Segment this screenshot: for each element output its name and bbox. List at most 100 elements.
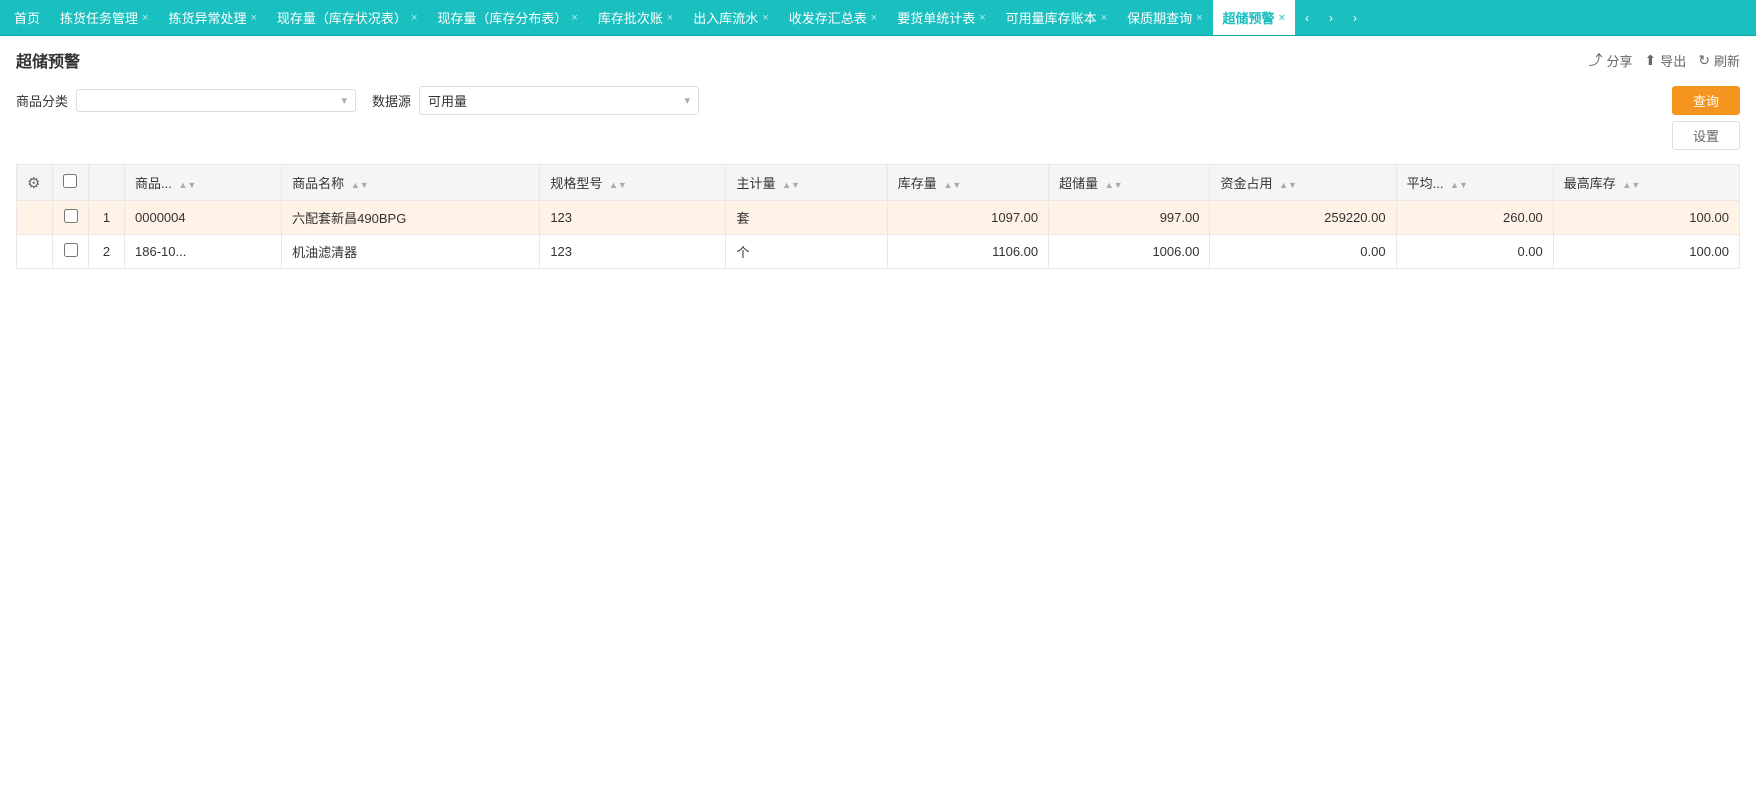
page-header: 超储预警 ⤴ 分享 ⬆ 导出 ↻ 刷新	[16, 48, 1740, 72]
nav-label-task: 拣货任务管理	[60, 8, 138, 27]
td-max-stock-1: 100.00	[1553, 235, 1739, 269]
nav-label-batch: 库存批次账	[598, 8, 663, 27]
td-settings-0	[17, 201, 53, 235]
close-icon-available[interactable]: ×	[1101, 12, 1107, 24]
refresh-label: 刷新	[1714, 51, 1740, 70]
datasource-chevron-icon: ▾	[685, 94, 691, 107]
datasource-select[interactable]: 可用量 ▾	[419, 86, 699, 115]
nav-item-stock-status[interactable]: 现存量（库存状况表） ×	[267, 0, 427, 36]
td-stock-0: 1097.00	[887, 201, 1048, 235]
nav-prev-arrow[interactable]: ‹	[1295, 0, 1319, 36]
export-icon: ⬆	[1645, 52, 1657, 69]
td-stock-1: 1106.00	[887, 235, 1048, 269]
th-max-stock: 最高库存 ▲▼	[1553, 165, 1739, 201]
nav-label-exception: 拣货异常处理	[168, 8, 246, 27]
category-select[interactable]: ▾	[76, 89, 356, 112]
sort-icon-spec[interactable]: ▲▼	[609, 180, 627, 190]
close-icon-flow[interactable]: ×	[762, 12, 768, 24]
td-spec-0: 123	[540, 201, 726, 235]
th-capital-label: 资金占用	[1220, 176, 1272, 191]
close-icon-expiry[interactable]: ×	[1196, 12, 1202, 24]
category-label: 商品分类	[16, 91, 68, 110]
settings-gear-icon[interactable]: ⚙	[27, 175, 40, 192]
th-unit: 主计量 ▲▼	[726, 165, 887, 201]
refresh-icon: ↻	[1698, 52, 1710, 69]
category-filter: 商品分类 ▾	[16, 89, 356, 112]
td-max-stock-0: 100.00	[1553, 201, 1739, 235]
nav-item-expiry[interactable]: 保质期查询 ×	[1117, 0, 1212, 36]
sort-icon-max-stock[interactable]: ▲▼	[1622, 180, 1640, 190]
th-stock-label: 库存量	[898, 176, 937, 191]
sort-icon-product-code[interactable]: ▲▼	[178, 180, 196, 190]
td-checkbox-0[interactable]	[53, 201, 89, 235]
td-settings-1	[17, 235, 53, 269]
nav-item-flow[interactable]: 出入库流水 ×	[683, 0, 778, 36]
close-icon-exception[interactable]: ×	[250, 12, 256, 24]
th-overstock-label: 超储量	[1059, 176, 1098, 191]
sort-icon-overstock[interactable]: ▲▼	[1105, 180, 1123, 190]
nav-item-batch[interactable]: 库存批次账 ×	[588, 0, 683, 36]
th-max-stock-label: 最高库存	[1564, 176, 1616, 191]
nav-label-summary: 收发存汇总表	[789, 8, 867, 27]
td-rownum-1: 2	[89, 235, 125, 269]
close-icon-stock-status[interactable]: ×	[411, 12, 417, 24]
nav-item-stock-dist[interactable]: 现存量（库存分布表） ×	[427, 0, 587, 36]
th-settings: ⚙	[17, 165, 53, 201]
nav-item-available[interactable]: 可用量库存账本 ×	[996, 0, 1117, 36]
td-product-code-1: 186-10...	[125, 235, 282, 269]
filter-section: 商品分类 ▾ 数据源 可用量 ▾ 查询 设置	[16, 86, 1740, 150]
th-spec-label: 规格型号	[550, 176, 602, 191]
sort-icon-avg[interactable]: ▲▼	[1450, 180, 1468, 190]
filter-fields: 商品分类 ▾ 数据源 可用量 ▾	[16, 86, 1672, 115]
export-label: 导出	[1660, 51, 1686, 70]
nav-item-summary[interactable]: 收发存汇总表 ×	[779, 0, 887, 36]
nav-next-arrow[interactable]: ›	[1319, 0, 1343, 36]
nav-label-flow: 出入库流水	[693, 8, 758, 27]
td-rownum-0: 1	[89, 201, 125, 235]
action-buttons: 查询 设置	[1672, 86, 1740, 150]
close-icon-summary[interactable]: ×	[871, 12, 877, 24]
nav-label-order-stats: 要货单统计表	[897, 8, 975, 27]
sort-icon-unit[interactable]: ▲▼	[782, 180, 800, 190]
share-label: 分享	[1606, 51, 1632, 70]
td-checkbox-1[interactable]	[53, 235, 89, 269]
td-unit-1: 个	[726, 235, 887, 269]
row-checkbox-0[interactable]	[64, 209, 78, 223]
data-table: ⚙ 商品... ▲▼ 商品名称 ▲▼ 规格型号 ▲▼	[16, 164, 1740, 269]
sort-icon-stock[interactable]: ▲▼	[943, 180, 961, 190]
close-icon-batch[interactable]: ×	[667, 12, 673, 24]
nav-item-order-stats[interactable]: 要货单统计表 ×	[887, 0, 995, 36]
td-overstock-1: 1006.00	[1049, 235, 1210, 269]
close-icon-order-stats[interactable]: ×	[979, 12, 985, 24]
nav-label-available: 可用量库存账本	[1006, 8, 1097, 27]
share-button[interactable]: ⤴ 分享	[1588, 50, 1632, 70]
nav-item-home[interactable]: 首页	[4, 0, 50, 36]
refresh-button[interactable]: ↻ 刷新	[1698, 51, 1740, 70]
nav-item-task[interactable]: 拣货任务管理 ×	[50, 0, 158, 36]
nav-label-overstock: 超储预警	[1223, 8, 1275, 27]
page-content: 超储预警 ⤴ 分享 ⬆ 导出 ↻ 刷新 商品分类 ▾	[0, 36, 1756, 281]
query-button[interactable]: 查询	[1672, 86, 1740, 115]
th-product-name: 商品名称 ▲▼	[282, 165, 540, 201]
th-product-code-label: 商品...	[135, 176, 172, 191]
settings-button[interactable]: 设置	[1672, 121, 1740, 150]
export-button[interactable]: ⬆ 导出	[1645, 51, 1687, 70]
header-actions: ⤴ 分享 ⬆ 导出 ↻ 刷新	[1588, 50, 1740, 70]
table-row: 1 0000004 六配套新昌490BPG 123 套 1097.00 997.…	[17, 201, 1740, 235]
sort-icon-capital[interactable]: ▲▼	[1279, 180, 1297, 190]
row-checkbox-1[interactable]	[64, 243, 78, 257]
nav-label-stock-status: 现存量（库存状况表）	[277, 8, 407, 27]
th-stock: 库存量 ▲▼	[887, 165, 1048, 201]
select-all-checkbox[interactable]	[63, 174, 77, 188]
close-icon-task[interactable]: ×	[142, 12, 148, 24]
chevron-down-icon: ▾	[341, 94, 347, 107]
close-icon-stock-dist[interactable]: ×	[571, 12, 577, 24]
sort-icon-product-name[interactable]: ▲▼	[351, 180, 369, 190]
nav-label-stock-dist: 现存量（库存分布表）	[437, 8, 567, 27]
close-icon-overstock[interactable]: ×	[1279, 12, 1285, 24]
table-header-row: ⚙ 商品... ▲▼ 商品名称 ▲▼ 规格型号 ▲▼	[17, 165, 1740, 201]
nav-more-arrow[interactable]: ›	[1343, 0, 1367, 36]
nav-item-exception[interactable]: 拣货异常处理 ×	[158, 0, 266, 36]
nav-item-overstock[interactable]: 超储预警 ×	[1213, 0, 1295, 36]
th-product-name-label: 商品名称	[292, 176, 344, 191]
